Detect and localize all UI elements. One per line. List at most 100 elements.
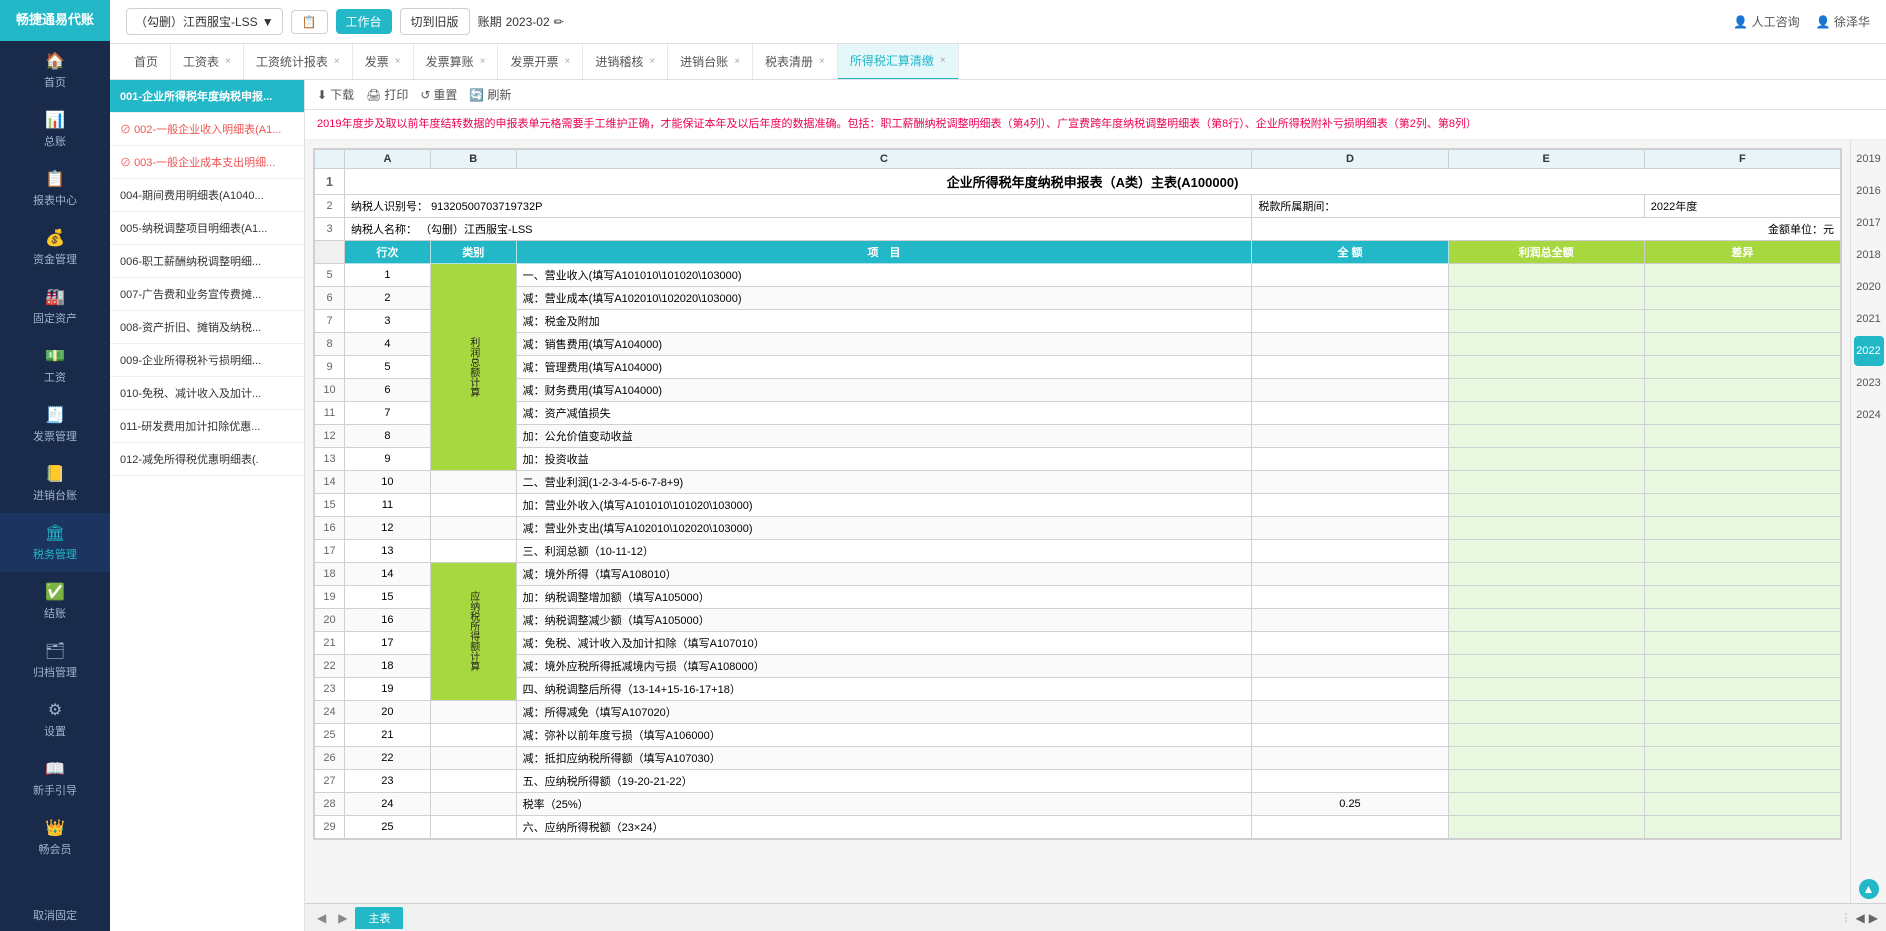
tab-income-tax-calc[interactable]: 所得税汇算清缴 × [838, 44, 959, 80]
sidebar-item-vip[interactable]: 👑 畅会员 [0, 808, 110, 867]
refresh-btn[interactable]: 🔄 刷新 [469, 86, 511, 103]
guide-icon: 📖 [45, 759, 65, 779]
sidebar: 畅捷通易代账 🏠 首页 📊 总账 📋 报表中心 💰 资金管理 🏭 固定资产 💵 … [0, 0, 110, 931]
left-panel-item-001[interactable]: 001-企业所得税年度纳税申报... [110, 80, 304, 113]
tab-tax-clear-close[interactable]: × [819, 56, 825, 67]
user-info: 👤 徐泽华 [1816, 13, 1870, 30]
left-panel-item-006[interactable]: 006-职工薪酬纳税调整明细... [110, 245, 304, 278]
content-area: 001-企业所得税年度纳税申报... 002-一般企业收入明细表(A1... 0… [110, 80, 1886, 931]
sheet-tab-main[interactable]: 主表 [355, 907, 403, 929]
expand-right-btn[interactable]: ▲ [1859, 879, 1879, 899]
left-panel-item-005[interactable]: 005-纳税调整项目明细表(A1... [110, 212, 304, 245]
left-panel-item-004[interactable]: 004-期间费用明细表(A1040... [110, 179, 304, 212]
doc-selector[interactable]: （勾删）江西服宝-LSS ▼ [126, 8, 283, 35]
tab-invoice-open-close[interactable]: × [564, 56, 570, 67]
table-row: 28 24 税率（25%） 0.25 [315, 792, 1841, 815]
tab-payroll-stats[interactable]: 工资统计报表 × [244, 44, 353, 80]
switch-old-btn[interactable]: 切到旧版 [400, 8, 470, 35]
notice-text: 2019年度步及取以前年度结转数据的申报表单元格需要手工维护正确，才能保证本年及… [317, 118, 1477, 130]
sheet-wrapper[interactable]: A B C D E F [305, 140, 1850, 904]
cancel-fixed-button[interactable]: 取消固定 [0, 899, 110, 931]
tab-sales-ledger[interactable]: 进销台账 × [668, 44, 753, 80]
right-panel-bottom: ▲ [1859, 879, 1879, 899]
sidebar-item-home[interactable]: 🏠 首页 [0, 41, 110, 100]
left-panel-item-011[interactable]: 011-研发费用加计扣除优惠... [110, 410, 304, 443]
year-btn-2016[interactable]: 2016 [1854, 176, 1884, 206]
sidebar-item-report[interactable]: 📋 报表中心 [0, 159, 110, 218]
period-edit-icon[interactable]: ✏ [554, 15, 564, 29]
topbar-right: 👤 人工咨询 👤 徐泽华 [1733, 13, 1870, 30]
home-icon: 🏠 [45, 51, 65, 71]
table-row: 19 15 加：纳税调整增加额（填写A105000） [315, 585, 1841, 608]
sidebar-item-archive[interactable]: 🗂 归档管理 [0, 631, 110, 690]
copy-btn[interactable]: 📋 [291, 10, 328, 34]
download-btn[interactable]: ⬇ 下载 [317, 86, 354, 103]
taxpayer-name-cell: 纳税人名称： （勾删）江西服宝-LSS [345, 217, 1252, 240]
table-row: 12 8 加：公允价值变动收益 [315, 424, 1841, 447]
header-row-cat: 类别 [430, 240, 516, 263]
print-icon: 🖨 [366, 88, 381, 102]
year-btn-2024[interactable]: 2024 [1854, 400, 1884, 430]
year-btn-2022[interactable]: 2022 [1854, 336, 1884, 366]
workbench-btn[interactable]: 工作台 [336, 9, 392, 34]
reset-btn[interactable]: ↺ 重置 [420, 86, 457, 103]
year-btn-2021[interactable]: 2021 [1854, 304, 1884, 334]
tab-invoice-open[interactable]: 发票开票 × [498, 44, 583, 80]
tab-invoice-close[interactable]: × [395, 56, 401, 67]
invoice-mgmt-icon: 🧾 [45, 405, 65, 425]
tab-payroll-close[interactable]: × [225, 56, 231, 67]
sheet-nav-next[interactable]: ▶ [334, 911, 351, 925]
left-panel-item-009[interactable]: 009-企业所得税补亏损明细... [110, 344, 304, 377]
refresh-icon: 🔄 [469, 88, 484, 102]
left-panel-item-012[interactable]: 012-减免所得税优惠明细表(. [110, 443, 304, 476]
tab-sales-verify[interactable]: 进销稽核 × [583, 44, 668, 80]
tab-tax-clear[interactable]: 税表清册 × [753, 44, 838, 80]
year-btn-2018[interactable]: 2018 [1854, 240, 1884, 270]
sales-ledger-icon: 📒 [45, 464, 65, 484]
sidebar-item-invoice-mgmt[interactable]: 🧾 发票管理 [0, 395, 110, 454]
table-row: 24 20 减：所得减免（填写A107020） [315, 700, 1841, 723]
tab-invoice-calc[interactable]: 发票算账 × [414, 44, 499, 80]
year-btn-2020[interactable]: 2020 [1854, 272, 1884, 302]
table-row-title: 1 企业所得税年度纳税申报表（A类）主表(A100000) [315, 168, 1841, 194]
table-row: 14 10 二、营业利润(1-2-3-4-5-6-7-8+9) [315, 470, 1841, 493]
sidebar-item-settlement[interactable]: ✅ 结账 [0, 572, 110, 631]
table-row: 20 16 减：纳税调整减少额（填写A105000） [315, 608, 1841, 631]
sidebar-item-asset-mgmt[interactable]: 💰 资金管理 [0, 218, 110, 277]
year-btn-2023[interactable]: 2023 [1854, 368, 1884, 398]
sidebar-item-new-guide[interactable]: 📖 新手引导 [0, 749, 110, 808]
table-row: 29 25 六、应纳所得税额（23×24） [315, 815, 1841, 838]
scroll-left-btn[interactable]: ◀ [1856, 911, 1865, 925]
left-panel-item-002[interactable]: 002-一般企业收入明细表(A1... [110, 113, 304, 146]
sheet-area: ⬇ 下载 🖨 打印 ↺ 重置 🔄 刷新 2019年度步及取以前年度结转 [305, 80, 1886, 931]
header-row-proj: 项 目 [516, 240, 1252, 263]
header-row-profit: 利润总全额 [1448, 240, 1644, 263]
tab-sales-verify-close[interactable]: × [649, 56, 655, 67]
tab-invoice[interactable]: 发票 × [353, 44, 414, 80]
year-btn-2017[interactable]: 2017 [1854, 208, 1884, 238]
sidebar-item-sales-ledger[interactable]: 📒 进销台账 [0, 454, 110, 513]
sidebar-item-fixed-asset[interactable]: 🏭 固定资产 [0, 277, 110, 336]
left-panel-item-007[interactable]: 007-广告费和业务宣传费摊... [110, 278, 304, 311]
print-btn[interactable]: 🖨 打印 [366, 86, 408, 103]
sidebar-item-ledger[interactable]: 📊 总账 [0, 100, 110, 159]
sidebar-item-settings[interactable]: ⚙ 设置 [0, 690, 110, 749]
col-header-b: B [430, 149, 516, 168]
left-panel-item-003[interactable]: 003-一般企业成本支出明细... [110, 146, 304, 179]
left-panel-item-008[interactable]: 008-资产折旧、摊销及纳税... [110, 311, 304, 344]
tab-invoice-calc-close[interactable]: × [480, 56, 486, 67]
tab-payroll[interactable]: 工资表 × [171, 44, 244, 80]
table-row: 10 6 减：财务费用(填写A104000) [315, 378, 1841, 401]
tab-home[interactable]: 首页 [122, 44, 171, 80]
sidebar-item-payroll[interactable]: 💵 工资 [0, 336, 110, 395]
tab-payroll-stats-close[interactable]: × [334, 56, 340, 67]
scroll-right-btn[interactable]: ▶ [1869, 911, 1878, 925]
sidebar-item-tax-mgmt[interactable]: 🏛 税务管理 [0, 513, 110, 572]
reset-icon: ↺ [420, 88, 430, 102]
tab-sales-ledger-close[interactable]: × [734, 56, 740, 67]
tab-income-tax-calc-close[interactable]: × [940, 55, 946, 66]
left-panel-item-010[interactable]: 010-免税、减计收入及加计... [110, 377, 304, 410]
year-btn-2019[interactable]: 2019 [1854, 144, 1884, 174]
sheet-nav-prev[interactable]: ◀ [313, 911, 330, 925]
table-row: 16 12 减：营业外支出(填写A102010\102020\103000) [315, 516, 1841, 539]
